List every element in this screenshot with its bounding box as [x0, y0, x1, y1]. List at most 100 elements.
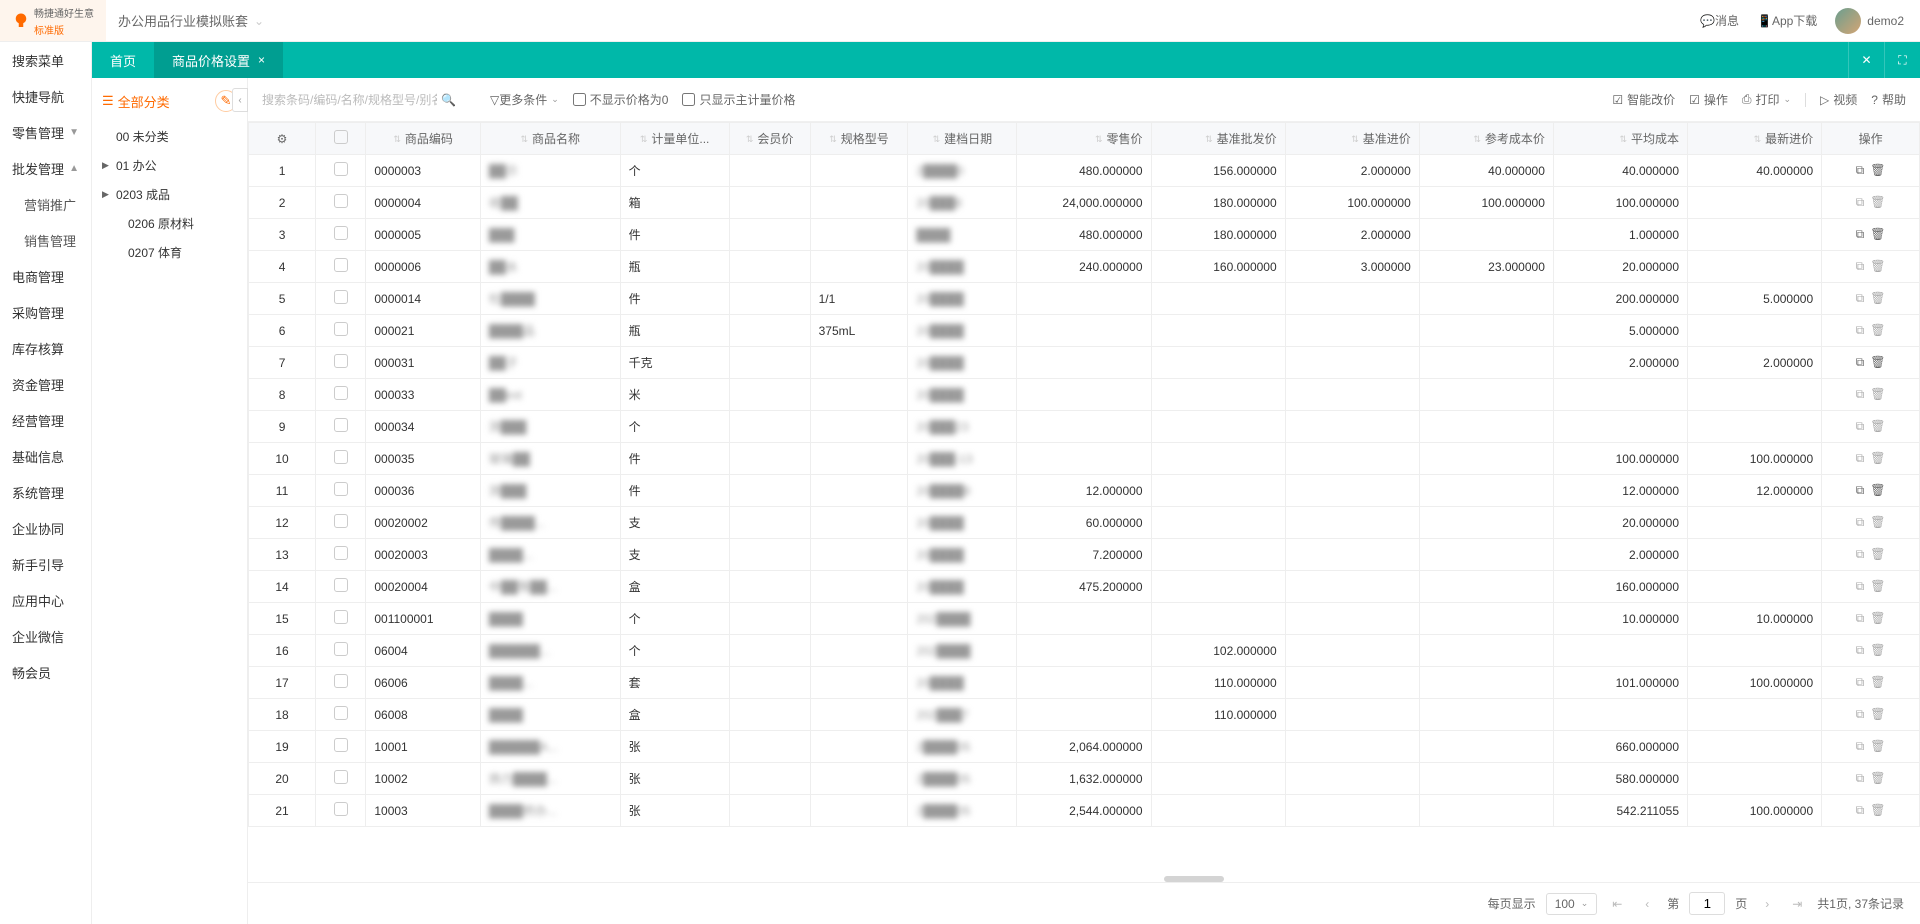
close-all-tabs-button[interactable]: ✕ [1848, 42, 1884, 78]
help-button[interactable]: ?帮助 [1871, 91, 1906, 108]
table-row[interactable]: 50000014杜████件1/120████200.0000005.00000… [249, 283, 1920, 315]
copy-icon[interactable]: ⧉ [1856, 643, 1865, 658]
print-button[interactable]: ⎙打印⌄ [1742, 91, 1791, 108]
table-row[interactable]: 2010002扬力████...张2████051,632.000000580.… [249, 763, 1920, 795]
table-row[interactable]: 2110003████桥办...张2████052,544.000000542.… [249, 795, 1920, 827]
user-menu[interactable]: demo2 [1835, 8, 1904, 34]
copy-icon[interactable]: ⧉ [1856, 323, 1865, 338]
delete-icon[interactable]: 🗑 [1870, 227, 1885, 242]
copy-icon[interactable]: ⧉ [1856, 739, 1865, 754]
copy-icon[interactable]: ⧉ [1856, 227, 1865, 242]
col-header-8[interactable]: ⇅零售价 [1017, 123, 1151, 155]
row-checkbox[interactable] [334, 258, 348, 272]
messages-button[interactable]: 💬 消息 [1700, 12, 1739, 29]
delete-icon[interactable]: 🗑 [1870, 355, 1885, 370]
category-item-3[interactable]: 0206 原材料 [92, 209, 247, 238]
category-all[interactable]: 全部分类 [118, 92, 170, 111]
delete-icon[interactable]: 🗑 [1870, 291, 1885, 306]
copy-icon[interactable]: ⧉ [1856, 803, 1865, 818]
delete-icon[interactable]: 🗑 [1870, 259, 1885, 274]
table-row[interactable]: 1806008████盒202███7110.000000⧉🗑 [249, 699, 1920, 731]
row-checkbox[interactable] [334, 354, 348, 368]
copy-icon[interactable]: ⧉ [1856, 195, 1865, 210]
page-input[interactable] [1689, 892, 1725, 915]
last-page-button[interactable]: ⇥ [1787, 897, 1807, 911]
copy-icon[interactable]: ⧉ [1856, 387, 1865, 402]
row-checkbox[interactable] [334, 738, 348, 752]
table-row[interactable]: 1200020002传████...支20████60.00000020.000… [249, 507, 1920, 539]
row-checkbox[interactable] [334, 194, 348, 208]
table-row[interactable]: 6000021████品瓶375mL20████5.000000⧉🗑 [249, 315, 1920, 347]
select-all-checkbox[interactable] [334, 130, 348, 144]
search-input[interactable] [262, 93, 437, 107]
row-checkbox[interactable] [334, 482, 348, 496]
video-button[interactable]: ▷视频 [1820, 91, 1857, 108]
sidebar-item-7[interactable]: 采购管理 [0, 294, 91, 330]
more-filter-button[interactable]: ▽ 更多条件 ⌄ [490, 91, 559, 108]
copy-icon[interactable]: ⧉ [1856, 163, 1865, 178]
col-header-9[interactable]: ⇅基准批发价 [1151, 123, 1285, 155]
delete-icon[interactable]: 🗑 [1870, 771, 1885, 786]
table-row[interactable]: 9000034测███个20███23⧉🗑 [249, 411, 1920, 443]
row-checkbox[interactable] [334, 578, 348, 592]
row-checkbox[interactable] [334, 386, 348, 400]
table-row[interactable]: 11000036测███件20████812.00000012.00000012… [249, 475, 1920, 507]
search-icon[interactable]: 🔍 [441, 93, 456, 107]
col-header-4[interactable]: ⇅计量单位... [620, 123, 729, 155]
table-row[interactable]: 30000005███件████480.000000180.0000002.00… [249, 219, 1920, 251]
delete-icon[interactable]: 🗑 [1870, 451, 1885, 466]
copy-icon[interactable]: ⧉ [1856, 579, 1865, 594]
sidebar-item-2[interactable]: 零售管理▼ [0, 114, 91, 150]
sidebar-item-11[interactable]: 基础信息 [0, 438, 91, 474]
table-row[interactable]: 1910001██████A...张2████052,064.000000660… [249, 731, 1920, 763]
col-header-0[interactable]: ⚙ [249, 123, 316, 155]
row-checkbox[interactable] [334, 514, 348, 528]
delete-icon[interactable]: 🗑 [1870, 643, 1885, 658]
col-header-6[interactable]: ⇅规格型号 [810, 123, 908, 155]
col-header-3[interactable]: ⇅商品名称 [480, 123, 620, 155]
tab-home[interactable]: 首页 [92, 42, 154, 78]
sidebar-item-13[interactable]: 企业协同 [0, 510, 91, 546]
table-row[interactable]: 40000006██水瓶20████240.000000160.0000003.… [249, 251, 1920, 283]
account-dropdown-icon[interactable]: ⌄ [254, 14, 264, 28]
hide-zero-checkbox[interactable]: 不显示价格为0 [573, 91, 669, 108]
table-row[interactable]: 7000031██子千克20████2.0000002.000000⧉🗑 [249, 347, 1920, 379]
row-checkbox[interactable] [334, 674, 348, 688]
table-row[interactable]: 15001100001████个202████10.00000010.00000… [249, 603, 1920, 635]
col-header-13[interactable]: ⇅最新进价 [1688, 123, 1822, 155]
delete-icon[interactable]: 🗑 [1870, 515, 1885, 530]
row-checkbox[interactable] [334, 610, 348, 624]
sidebar-item-12[interactable]: 系统管理 [0, 474, 91, 510]
copy-icon[interactable]: ⧉ [1856, 547, 1865, 562]
sidebar-item-1[interactable]: 快捷导航 [0, 78, 91, 114]
row-checkbox[interactable] [334, 770, 348, 784]
col-header-7[interactable]: ⇅建档日期 [908, 123, 1017, 155]
delete-icon[interactable]: 🗑 [1870, 707, 1885, 722]
table-row[interactable]: 8000033██est米20████⧉🗑 [249, 379, 1920, 411]
sidebar-item-17[interactable]: 畅会员 [0, 654, 91, 690]
smart-edit-button[interactable]: ☑智能改价 [1612, 91, 1675, 108]
close-icon[interactable]: × [258, 53, 265, 67]
copy-icon[interactable]: ⧉ [1856, 515, 1865, 530]
copy-icon[interactable]: ⧉ [1856, 483, 1865, 498]
fullscreen-button[interactable]: ⛶ [1884, 42, 1920, 78]
sidebar-item-5[interactable]: 销售管理 [0, 222, 91, 258]
row-checkbox[interactable] [334, 706, 348, 720]
table-row[interactable]: 1300020003████...支20████7.2000002.000000… [249, 539, 1920, 571]
col-header-5[interactable]: ⇅会员价 [729, 123, 810, 155]
sidebar-item-8[interactable]: 库存核算 [0, 330, 91, 366]
copy-icon[interactable]: ⧉ [1856, 707, 1865, 722]
table-row[interactable]: 10000035玻璃██件20███-13100.000000100.00000… [249, 443, 1920, 475]
sidebar-item-0[interactable]: 搜索菜单 [0, 42, 91, 78]
delete-icon[interactable]: 🗑 [1870, 195, 1885, 210]
delete-icon[interactable]: 🗑 [1870, 387, 1885, 402]
copy-icon[interactable]: ⧉ [1856, 291, 1865, 306]
collapse-panel-button[interactable]: ‹ [232, 88, 248, 112]
category-item-2[interactable]: ▶0203 成品 [92, 180, 247, 209]
row-checkbox[interactable] [334, 322, 348, 336]
gear-icon[interactable]: ⚙ [277, 132, 288, 146]
sidebar-item-10[interactable]: 经营管理 [0, 402, 91, 438]
sidebar-item-3[interactable]: 批发管理▲ [0, 150, 91, 186]
row-checkbox[interactable] [334, 802, 348, 816]
col-header-11[interactable]: ⇅参考成本价 [1419, 123, 1553, 155]
